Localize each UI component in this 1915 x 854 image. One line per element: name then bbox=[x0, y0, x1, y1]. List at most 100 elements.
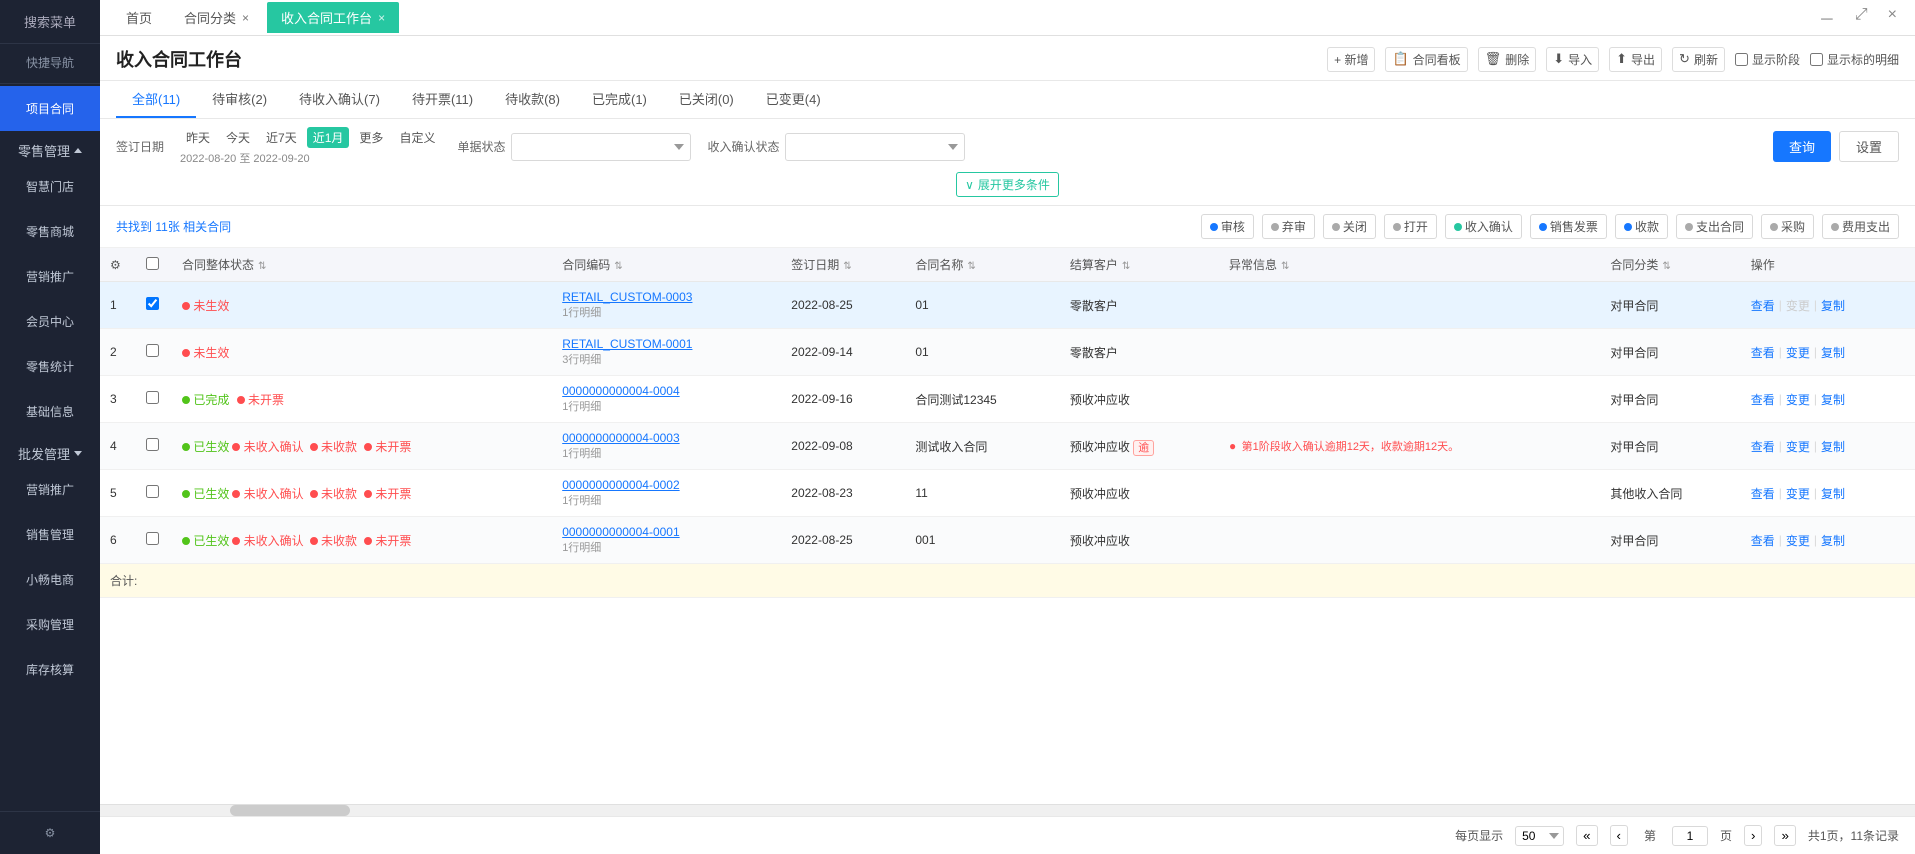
row1-checkbox-input[interactable] bbox=[146, 297, 159, 310]
row3-change-btn[interactable]: 变更 bbox=[1786, 391, 1810, 408]
close-action-btn[interactable]: 关闭 bbox=[1323, 214, 1376, 239]
row3-view-btn[interactable]: 查看 bbox=[1751, 391, 1775, 408]
row1-copy-btn[interactable]: 复制 bbox=[1821, 297, 1845, 314]
row2-change-btn[interactable]: 变更 bbox=[1786, 344, 1810, 361]
tab-contract-type-close[interactable]: × bbox=[242, 11, 249, 25]
sub-tab-pending-income-confirm[interactable]: 待收入确认(7) bbox=[283, 81, 396, 118]
row6-change-btn[interactable]: 变更 bbox=[1786, 532, 1810, 549]
last-page-btn[interactable]: » bbox=[1774, 825, 1795, 846]
sign-date-sort-icon[interactable]: ⇅ bbox=[843, 261, 851, 272]
row1-checkbox[interactable] bbox=[136, 282, 172, 329]
tab-minimize-btn[interactable]: － bbox=[1813, 4, 1841, 32]
select-all-checkbox[interactable] bbox=[146, 257, 159, 270]
tab-maximize-btn[interactable]: ⤢ bbox=[1849, 4, 1874, 32]
row1-code-link[interactable]: RETAIL_CUSTOM-0003 bbox=[562, 290, 771, 304]
sidebar-item-inventory[interactable]: 库存核算 bbox=[0, 647, 100, 692]
col-checkbox[interactable] bbox=[136, 248, 172, 282]
row6-copy-btn[interactable]: 复制 bbox=[1821, 532, 1845, 549]
col-settings[interactable]: ⚙ bbox=[100, 248, 136, 282]
date-1month-btn[interactable]: 近1月 bbox=[307, 127, 350, 148]
page-size-select[interactable]: 50 10 20 100 bbox=[1515, 826, 1564, 846]
row2-checkbox-input[interactable] bbox=[146, 344, 159, 357]
row3-checkbox[interactable] bbox=[136, 376, 172, 423]
row3-copy-btn[interactable]: 复制 bbox=[1821, 391, 1845, 408]
sidebar-item-purchase-mgmt[interactable]: 采购管理 bbox=[0, 602, 100, 647]
row5-change-btn[interactable]: 变更 bbox=[1786, 485, 1810, 502]
date-custom-btn[interactable]: 自定义 bbox=[393, 127, 441, 148]
row5-code-link[interactable]: 0000000000004-0002 bbox=[562, 478, 771, 492]
row1-change-btn[interactable]: 变更 bbox=[1786, 297, 1810, 314]
category-sort-icon[interactable]: ⇅ bbox=[1662, 261, 1670, 272]
row6-checkbox-input[interactable] bbox=[146, 532, 159, 545]
expense-contract-action-btn[interactable]: 支出合同 bbox=[1676, 214, 1753, 239]
prev-page-btn[interactable]: ‹ bbox=[1610, 825, 1628, 846]
new-button[interactable]: + 新增 bbox=[1327, 47, 1375, 72]
sidebar-search[interactable]: 搜索菜单 bbox=[0, 0, 100, 44]
show-detail-input[interactable] bbox=[1810, 53, 1823, 66]
sales-invoice-action-btn[interactable]: 销售发票 bbox=[1530, 214, 1607, 239]
sidebar-item-base-info[interactable]: 基础信息 bbox=[0, 389, 100, 434]
name-sort-icon[interactable]: ⇅ bbox=[967, 261, 975, 272]
abnormal-sort-icon[interactable]: ⇅ bbox=[1281, 261, 1289, 272]
row2-view-btn[interactable]: 查看 bbox=[1751, 344, 1775, 361]
sub-tab-closed[interactable]: 已关闭(0) bbox=[663, 81, 750, 118]
income-confirm-action-btn[interactable]: 收入确认 bbox=[1445, 214, 1522, 239]
customer-sort-icon[interactable]: ⇅ bbox=[1122, 261, 1130, 272]
date-today-btn[interactable]: 今天 bbox=[220, 127, 256, 148]
show-fields-input[interactable] bbox=[1735, 53, 1748, 66]
tab-income-contract[interactable]: 收入合同工作台 × bbox=[267, 2, 399, 33]
row4-checkbox[interactable] bbox=[136, 423, 172, 470]
tab-income-contract-close[interactable]: × bbox=[378, 11, 385, 25]
first-page-btn[interactable]: « bbox=[1576, 825, 1597, 846]
date-yesterday-btn[interactable]: 昨天 bbox=[180, 127, 216, 148]
row2-code-link[interactable]: RETAIL_CUSTOM-0001 bbox=[562, 337, 771, 351]
sidebar-quick-nav[interactable]: 快捷导航 bbox=[0, 44, 100, 81]
refresh-button[interactable]: ↻ 刷新 bbox=[1672, 47, 1725, 72]
row5-copy-btn[interactable]: 复制 bbox=[1821, 485, 1845, 502]
code-sort-icon[interactable]: ⇅ bbox=[614, 261, 622, 272]
contract-board-button[interactable]: 📋 合同看板 bbox=[1385, 47, 1467, 72]
sub-tab-pending-payment[interactable]: 待收款(8) bbox=[489, 81, 576, 118]
status-sort-icon[interactable]: ⇅ bbox=[258, 261, 266, 272]
row6-code-link[interactable]: 0000000000004-0001 bbox=[562, 525, 771, 539]
row4-change-btn[interactable]: 变更 bbox=[1786, 438, 1810, 455]
sidebar-item-xiaochangec[interactable]: 小畅电商 bbox=[0, 557, 100, 602]
date-7days-btn[interactable]: 近7天 bbox=[260, 127, 303, 148]
row4-view-btn[interactable]: 查看 bbox=[1751, 438, 1775, 455]
sidebar-settings-btn[interactable]: ⚙ bbox=[0, 811, 100, 854]
row2-copy-btn[interactable]: 复制 bbox=[1821, 344, 1845, 361]
sidebar-item-smart-store[interactable]: 智慧门店 bbox=[0, 164, 100, 209]
tab-contract-type[interactable]: 合同分类 × bbox=[170, 2, 263, 33]
import-button[interactable]: ⬇ 导入 bbox=[1546, 47, 1599, 72]
sub-tab-all[interactable]: 全部(11) bbox=[116, 81, 196, 118]
sidebar-item-retail-stats[interactable]: 零售统计 bbox=[0, 344, 100, 389]
sidebar-item-sales-mgmt[interactable]: 销售管理 bbox=[0, 512, 100, 557]
row2-checkbox[interactable] bbox=[136, 329, 172, 376]
horizontal-scrollbar[interactable] bbox=[100, 804, 1915, 816]
date-more-btn[interactable]: 更多 bbox=[353, 127, 389, 148]
row6-checkbox[interactable] bbox=[136, 517, 172, 564]
delete-button[interactable]: 🗑 删除 bbox=[1478, 47, 1537, 72]
row1-view-btn[interactable]: 查看 bbox=[1751, 297, 1775, 314]
sub-tab-completed[interactable]: 已完成(1) bbox=[576, 81, 663, 118]
abandon-action-btn[interactable]: 弃审 bbox=[1262, 214, 1315, 239]
sub-tab-changed[interactable]: 已变更(4) bbox=[750, 81, 837, 118]
show-detail-checkbox[interactable]: 显示标的明细 bbox=[1810, 51, 1899, 68]
sidebar-item-marketing[interactable]: 营销推广 bbox=[0, 254, 100, 299]
sidebar-item-project[interactable]: 项目合同 bbox=[0, 86, 100, 131]
export-button[interactable]: ⬆ 导出 bbox=[1609, 47, 1662, 72]
review-action-btn[interactable]: 审核 bbox=[1201, 214, 1254, 239]
show-fields-checkbox[interactable]: 显示阶段 bbox=[1735, 51, 1800, 68]
sidebar-item-retail-mgmt[interactable]: 零售管理 bbox=[0, 131, 100, 164]
row3-checkbox-input[interactable] bbox=[146, 391, 159, 404]
row3-code-link[interactable]: 0000000000004-0004 bbox=[562, 384, 771, 398]
filter-setting-button[interactable]: 设置 bbox=[1839, 131, 1899, 162]
row5-checkbox-input[interactable] bbox=[146, 485, 159, 498]
sub-tab-pending-review[interactable]: 待审核(2) bbox=[196, 81, 283, 118]
expand-conditions-btn[interactable]: ∨ 展开更多条件 bbox=[956, 172, 1059, 197]
next-page-btn[interactable]: › bbox=[1744, 825, 1762, 846]
income-confirm-select[interactable] bbox=[785, 133, 965, 161]
row5-view-btn[interactable]: 查看 bbox=[1751, 485, 1775, 502]
row4-copy-btn[interactable]: 复制 bbox=[1821, 438, 1845, 455]
row4-checkbox-input[interactable] bbox=[146, 438, 159, 451]
